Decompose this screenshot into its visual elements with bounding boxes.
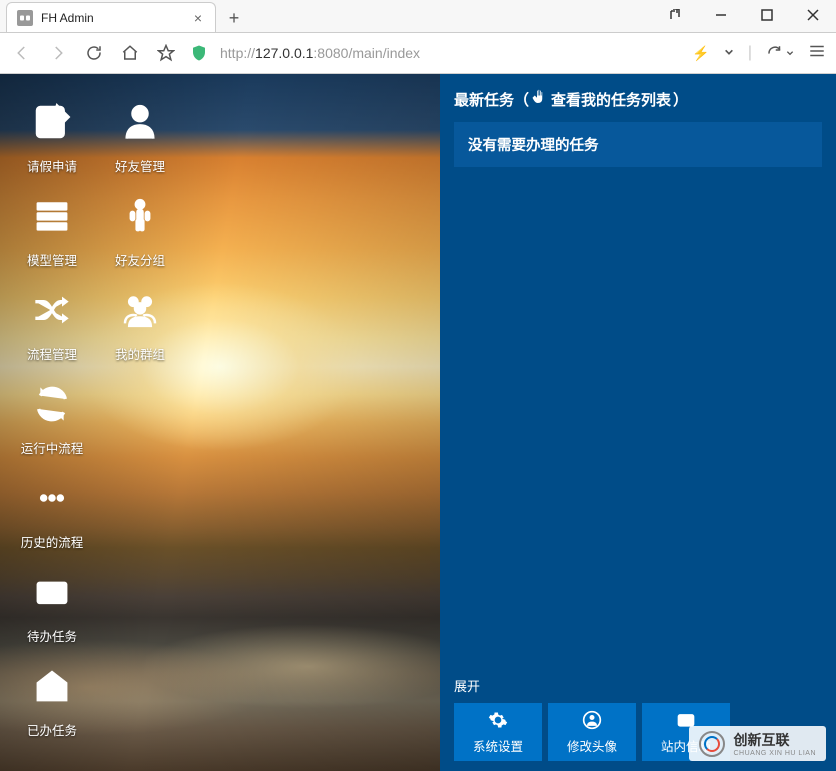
tile-label: 流程管理 [27, 344, 77, 363]
button-label: 系统设置 [473, 736, 523, 755]
url-port: :8080 [313, 45, 348, 61]
url-path: /main/index [348, 45, 420, 61]
bolt-icon[interactable]: ⚡ [692, 45, 709, 62]
forward-button[interactable] [46, 41, 70, 65]
minimize-button[interactable] [698, 0, 744, 30]
tile-todo-task[interactable]: 待办任务 [8, 562, 96, 656]
window-spacer-icon[interactable] [652, 0, 698, 30]
tile-model-manage[interactable]: 模型管理 [8, 186, 96, 280]
watermark-brand: 创新互联 [733, 732, 789, 748]
expand-link[interactable]: 展开 [454, 676, 822, 695]
left-dashboard: 请假申请 好友管理 模型管理 好友分组 流程管理 我的群组 [0, 74, 440, 771]
task-header-prefix: 最新任务（ [454, 89, 529, 110]
task-header-suffix: ） [673, 89, 688, 110]
tile-label: 好友分组 [115, 250, 165, 269]
avatar-icon [582, 710, 602, 730]
watermark-sub: CHUANG XIN HU LIAN [733, 750, 816, 757]
watermark-logo-icon [699, 731, 725, 757]
tile-label: 待办任务 [27, 626, 77, 645]
tile-grid: 请假申请 好友管理 模型管理 好友分组 流程管理 我的群组 [0, 74, 440, 768]
no-task-box: 没有需要办理的任务 [454, 122, 822, 167]
reload-button[interactable] [82, 41, 106, 65]
tile-done-task[interactable]: 已办任务 [8, 656, 96, 750]
edit-icon [30, 100, 74, 144]
back-button[interactable] [10, 41, 34, 65]
watermark: 创新互联 CHUANG XIN HU LIAN [689, 726, 826, 761]
tile-process-manage[interactable]: 流程管理 [8, 280, 96, 374]
url-display[interactable]: http://127.0.0.1:8080/main/index [220, 45, 680, 61]
dots-icon [30, 476, 74, 520]
button-label: 修改头像 [567, 736, 617, 755]
close-window-button[interactable] [790, 0, 836, 30]
favorite-button[interactable] [154, 41, 178, 65]
shield-icon[interactable] [190, 44, 208, 62]
browser-tab-bar: FH Admin × + [0, 0, 836, 33]
server-icon [30, 194, 74, 238]
maximize-button[interactable] [744, 0, 790, 30]
hand-icon [531, 88, 549, 110]
shuffle-icon [30, 288, 74, 332]
tile-label: 我的群组 [115, 344, 165, 363]
task-header: 最新任务（ 查看我的任务列表 ） [454, 88, 822, 110]
gear-icon [488, 710, 508, 730]
tile-label: 已办任务 [27, 720, 77, 739]
url-host: 127.0.0.1 [255, 45, 313, 61]
sync-icon [30, 382, 74, 426]
tile-my-groups[interactable]: 我的群组 [96, 280, 184, 374]
content-area: 请假申请 好友管理 模型管理 好友分组 流程管理 我的群组 [0, 74, 836, 771]
refresh-dropdown[interactable] [766, 44, 794, 62]
task-header-link[interactable]: 查看我的任务列表 [551, 89, 671, 110]
right-panel: 最新任务（ 查看我的任务列表 ） 没有需要办理的任务 展开 系统设置 修改头像 … [440, 74, 836, 771]
home-button[interactable] [118, 41, 142, 65]
url-scheme: http:// [220, 45, 255, 61]
user-icon [118, 100, 162, 144]
menu-button[interactable] [808, 42, 826, 65]
envelope-open-icon [30, 664, 74, 708]
no-task-text: 没有需要办理的任务 [468, 138, 599, 154]
tile-label: 历史的流程 [21, 532, 84, 551]
tile-history-process[interactable]: 历史的流程 [8, 468, 96, 562]
address-bar: http://127.0.0.1:8080/main/index ⚡ | [0, 33, 836, 74]
tile-label: 模型管理 [27, 250, 77, 269]
envelope-icon [30, 570, 74, 614]
tile-friend-manage[interactable]: 好友管理 [96, 92, 184, 186]
divider: | [748, 44, 752, 62]
browser-tab[interactable]: FH Admin × [6, 2, 216, 32]
tile-label: 请假申请 [27, 156, 77, 175]
addr-right-icons: ⚡ | [692, 42, 826, 65]
tile-running-process[interactable]: 运行中流程 [8, 374, 96, 468]
tile-label: 运行中流程 [21, 438, 84, 457]
tile-label: 好友管理 [115, 156, 165, 175]
change-avatar-button[interactable]: 修改头像 [548, 703, 636, 761]
tab-title: FH Admin [41, 11, 183, 25]
users-icon [118, 288, 162, 332]
tile-friend-group[interactable]: 好友分组 [96, 186, 184, 280]
system-settings-button[interactable]: 系统设置 [454, 703, 542, 761]
new-tab-button[interactable]: + [220, 4, 248, 32]
tab-close-icon[interactable]: × [191, 10, 205, 26]
tile-leave-apply[interactable]: 请假申请 [8, 92, 96, 186]
chevron-down-icon[interactable] [724, 44, 734, 62]
tab-favicon-icon [17, 10, 33, 26]
person-icon [118, 194, 162, 238]
window-controls [652, 0, 836, 30]
